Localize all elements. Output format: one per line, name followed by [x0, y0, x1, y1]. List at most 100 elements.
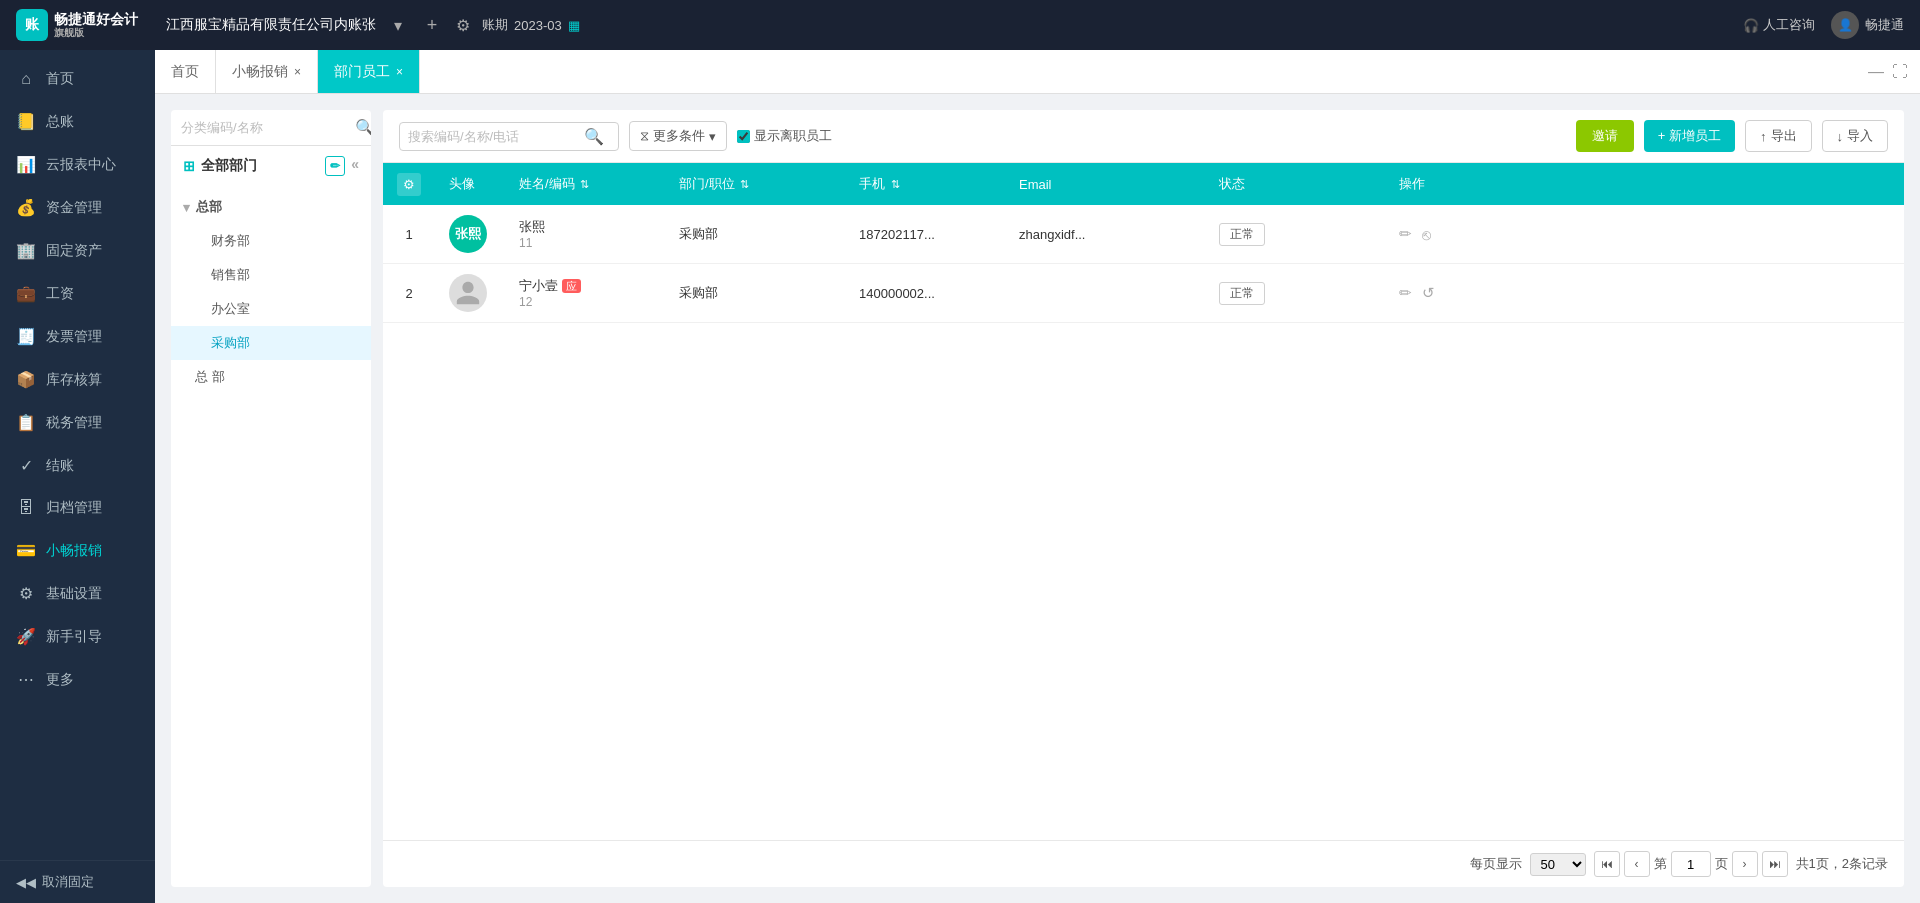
- last-page-button[interactable]: ⏭: [1762, 851, 1788, 877]
- sidebar-label-archive: 归档管理: [46, 499, 102, 517]
- sort-dept-icon: ⇅: [740, 178, 749, 190]
- tab-expense-label: 小畅报销: [232, 63, 288, 81]
- avatar: 张熙: [449, 215, 487, 253]
- app-logo: 账 畅捷通好会计 旗舰版: [16, 9, 146, 41]
- emp-toolbar: 🔍 ⧖ 更多条件 ▾ 显示离职员工 邀请 + 新增员工: [383, 110, 1904, 163]
- service-button[interactable]: 🎧 人工咨询: [1743, 16, 1815, 34]
- tab-home-label: 首页: [171, 63, 199, 81]
- emp-search-input[interactable]: [408, 129, 578, 144]
- sidebar-item-general[interactable]: 📒 总账: [0, 100, 155, 143]
- dept-tree-item-sales[interactable]: 销售部: [171, 258, 371, 292]
- dept-tree-item-hq[interactable]: 总 部: [171, 360, 371, 394]
- company-dropdown[interactable]: ▾: [388, 15, 408, 35]
- sidebar-item-invoice[interactable]: 🧾 发票管理: [0, 315, 155, 358]
- sidebar-item-inventory[interactable]: 📦 库存核算: [0, 358, 155, 401]
- tab-employees[interactable]: 部门员工 ×: [318, 50, 420, 93]
- next-page-button[interactable]: ›: [1732, 851, 1758, 877]
- sidebar-item-more[interactable]: ⋯ 更多: [0, 658, 155, 701]
- sidebar-label-assets: 固定资产: [46, 242, 102, 260]
- sidebar-item-assets[interactable]: 🏢 固定资产: [0, 229, 155, 272]
- invite-button[interactable]: 邀请: [1576, 120, 1634, 152]
- col-phone[interactable]: 手机 ⇅: [845, 163, 1005, 205]
- sidebar-item-reports[interactable]: 📊 云报表中心: [0, 143, 155, 186]
- sidebar-label-general: 总账: [46, 113, 74, 131]
- all-dept-header[interactable]: ⊞ 全部部门 ✏ «: [171, 146, 371, 186]
- avatar: [449, 274, 487, 312]
- tab-expense-close[interactable]: ×: [294, 65, 301, 79]
- row-index: 2: [383, 264, 435, 323]
- sort-name-icon: ⇅: [580, 178, 589, 190]
- edit-employee-icon[interactable]: ✏: [1399, 225, 1412, 243]
- sidebar-item-funds[interactable]: 💰 资金管理: [0, 186, 155, 229]
- edit-employee-icon[interactable]: ✏: [1399, 284, 1412, 302]
- sidebar-item-settings[interactable]: ⚙ 基础设置: [0, 572, 155, 615]
- emp-search-icon[interactable]: 🔍: [584, 127, 604, 146]
- sidebar-item-home[interactable]: ⌂ 首页: [0, 58, 155, 100]
- dept-edit-icon[interactable]: ✏: [325, 156, 345, 176]
- row-name: 宁小壹应12: [505, 264, 665, 323]
- show-resigned-checkbox[interactable]: [737, 130, 750, 143]
- add-company-icon[interactable]: +: [420, 13, 444, 37]
- sidebar-item-tax[interactable]: 📋 税务管理: [0, 401, 155, 444]
- delete-employee-icon[interactable]: ↺: [1422, 284, 1435, 302]
- company-name: 江西服宝精品有限责任公司内账张: [166, 16, 376, 34]
- dept-tree-item-purchase[interactable]: 采购部: [171, 326, 371, 360]
- page-number-input[interactable]: [1671, 851, 1711, 877]
- tab-employees-close[interactable]: ×: [396, 65, 403, 79]
- col-settings[interactable]: ⚙: [383, 163, 435, 205]
- tab-employees-label: 部门员工: [334, 63, 390, 81]
- sidebar-label-tax: 税务管理: [46, 414, 102, 432]
- sidebar-item-archive[interactable]: 🗄 归档管理: [0, 487, 155, 529]
- page-size-dropdown[interactable]: 10 20 50 100: [1530, 853, 1586, 876]
- content-area: 首页 小畅报销 × 部门员工 × — ⛶ 🔍: [155, 50, 1920, 903]
- tax-icon: 📋: [16, 413, 36, 432]
- pagination-bar: 每页显示 10 20 50 100 ⏮ ‹ 第: [383, 840, 1904, 887]
- page-size-select[interactable]: 10 20 50 100: [1530, 853, 1586, 876]
- filter-button[interactable]: ⧖ 更多条件 ▾: [629, 121, 727, 151]
- expand-icon: ▾: [183, 200, 190, 215]
- sidebar-item-close[interactable]: ✓ 结账: [0, 444, 155, 487]
- expense-icon: 💳: [16, 541, 36, 560]
- first-page-button[interactable]: ⏮: [1594, 851, 1620, 877]
- export-button[interactable]: ↑ 导出: [1745, 120, 1812, 152]
- col-name-code[interactable]: 姓名/编码 ⇅: [505, 163, 665, 205]
- row-avatar: 张熙: [435, 205, 505, 264]
- import-button[interactable]: ↓ 导入: [1822, 120, 1889, 152]
- dept-search-bar: 🔍: [171, 110, 371, 146]
- inventory-icon: 📦: [16, 370, 36, 389]
- sidebar-label-more: 更多: [46, 671, 74, 689]
- filter-icon: ⧖: [640, 128, 649, 144]
- tab-home[interactable]: 首页: [155, 50, 216, 93]
- settings-icon[interactable]: ⚙: [456, 16, 470, 35]
- sidebar-item-expense[interactable]: 💳 小畅报销: [0, 529, 155, 572]
- row-phone: 187202117...: [845, 205, 1005, 264]
- sidebar-item-salary[interactable]: 💼 工资: [0, 272, 155, 315]
- sidebar-item-guide[interactable]: 🚀 新手引导: [0, 615, 155, 658]
- logout-employee-icon[interactable]: ⎋: [1422, 226, 1431, 243]
- row-actions: ✏⎋: [1385, 205, 1904, 264]
- app-sub: 旗舰版: [54, 27, 138, 39]
- sidebar-label-expense: 小畅报销: [46, 542, 102, 560]
- col-email: Email: [1005, 163, 1205, 205]
- page-label-before: 第: [1654, 855, 1667, 873]
- prev-page-button[interactable]: ‹: [1624, 851, 1650, 877]
- dept-search-input[interactable]: [181, 120, 349, 135]
- dept-search-icon[interactable]: 🔍: [355, 118, 371, 137]
- tab-minimize-icon[interactable]: —: [1868, 63, 1884, 81]
- add-employee-button[interactable]: + 新增员工: [1644, 120, 1735, 152]
- dept-tree-item-finance[interactable]: 财务部: [171, 224, 371, 258]
- col-dept-role[interactable]: 部门/职位 ⇅: [665, 163, 845, 205]
- cancel-fixed-button[interactable]: ◀◀ 取消固定: [0, 860, 155, 903]
- col-settings-icon[interactable]: ⚙: [397, 173, 421, 196]
- tab-maximize-icon[interactable]: ⛶: [1892, 63, 1908, 81]
- unpin-icon: ◀◀: [16, 875, 36, 890]
- dept-tree-item-office[interactable]: 办公室: [171, 292, 371, 326]
- per-page-label: 每页显示: [1470, 855, 1522, 873]
- sidebar-label-salary: 工资: [46, 285, 74, 303]
- tab-expense[interactable]: 小畅报销 ×: [216, 50, 318, 93]
- sidebar-label-funds: 资金管理: [46, 199, 102, 217]
- dept-collapse-icon[interactable]: «: [351, 156, 359, 176]
- show-resigned-toggle[interactable]: 显示离职员工: [737, 127, 832, 145]
- row-status: 正常: [1205, 205, 1385, 264]
- user-menu[interactable]: 👤 畅捷通: [1831, 11, 1904, 39]
